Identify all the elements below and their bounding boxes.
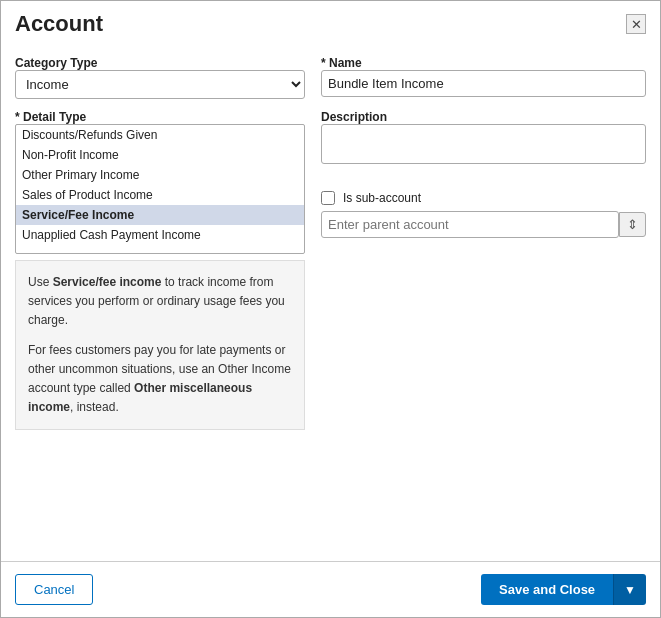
main-content: Category Type Income Expense Asset Liabi… (15, 55, 646, 551)
info-box-paragraph-1: Use Service/fee income to track income f… (28, 273, 292, 331)
detail-type-field: * Detail Type Discounts/Refunds Given No… (15, 109, 305, 254)
info-box-text-2-post: , instead. (70, 400, 119, 414)
description-input[interactable] (321, 124, 646, 164)
modal-title: Account (15, 11, 103, 37)
detail-type-label: * Detail Type (15, 110, 86, 124)
modal-footer: Cancel Save and Close ▼ (1, 561, 660, 617)
parent-account-dropdown-btn[interactable]: ⇕ (619, 212, 646, 237)
description-field: Description (321, 109, 646, 167)
save-close-group: Save and Close ▼ (481, 574, 646, 605)
is-sub-account-label: Is sub-account (343, 191, 421, 205)
category-type-field: Category Type Income Expense Asset Liabi… (15, 55, 305, 99)
name-field: * Name (321, 55, 646, 97)
modal-header: Account ✕ (1, 1, 660, 45)
list-item-sales[interactable]: Sales of Product Income (16, 185, 304, 205)
modal-body: Category Type Income Expense Asset Liabi… (1, 45, 660, 561)
category-type-select[interactable]: Income Expense Asset Liability Equity (15, 70, 305, 99)
parent-account-row: ⇕ (321, 211, 646, 238)
save-close-dropdown-button[interactable]: ▼ (613, 574, 646, 605)
parent-account-input[interactable] (321, 211, 619, 238)
name-label: * Name (321, 56, 362, 70)
info-box-text-pre: Use (28, 275, 53, 289)
list-item-other-primary[interactable]: Other Primary Income (16, 165, 304, 185)
dropdown-arrow-icon: ▼ (624, 583, 636, 597)
list-item-unapplied[interactable]: Unapplied Cash Payment Income (16, 225, 304, 245)
sub-account-row: Is sub-account (321, 191, 646, 205)
save-close-button[interactable]: Save and Close (481, 574, 613, 605)
close-button[interactable]: ✕ (626, 14, 646, 34)
cancel-button[interactable]: Cancel (15, 574, 93, 605)
name-input[interactable] (321, 70, 646, 97)
account-modal: Account ✕ Category Type Income Expense A… (0, 0, 661, 618)
info-box: Use Service/fee income to track income f… (15, 260, 305, 430)
list-item-service[interactable]: Service/Fee Income (16, 205, 304, 225)
detail-type-list[interactable]: Discounts/Refunds Given Non-Profit Incom… (15, 124, 305, 254)
is-sub-account-checkbox[interactable] (321, 191, 335, 205)
left-column: Category Type Income Expense Asset Liabi… (15, 55, 305, 551)
right-column: * Name Description Is sub-account ⇕ (321, 55, 646, 551)
category-type-label: Category Type (15, 56, 97, 70)
info-box-bold-1: Service/fee income (53, 275, 162, 289)
list-item-discounts[interactable]: Discounts/Refunds Given (16, 125, 304, 145)
list-item-nonprofit[interactable]: Non-Profit Income (16, 145, 304, 165)
description-label: Description (321, 110, 387, 124)
info-box-paragraph-2: For fees customers pay you for late paym… (28, 341, 292, 418)
